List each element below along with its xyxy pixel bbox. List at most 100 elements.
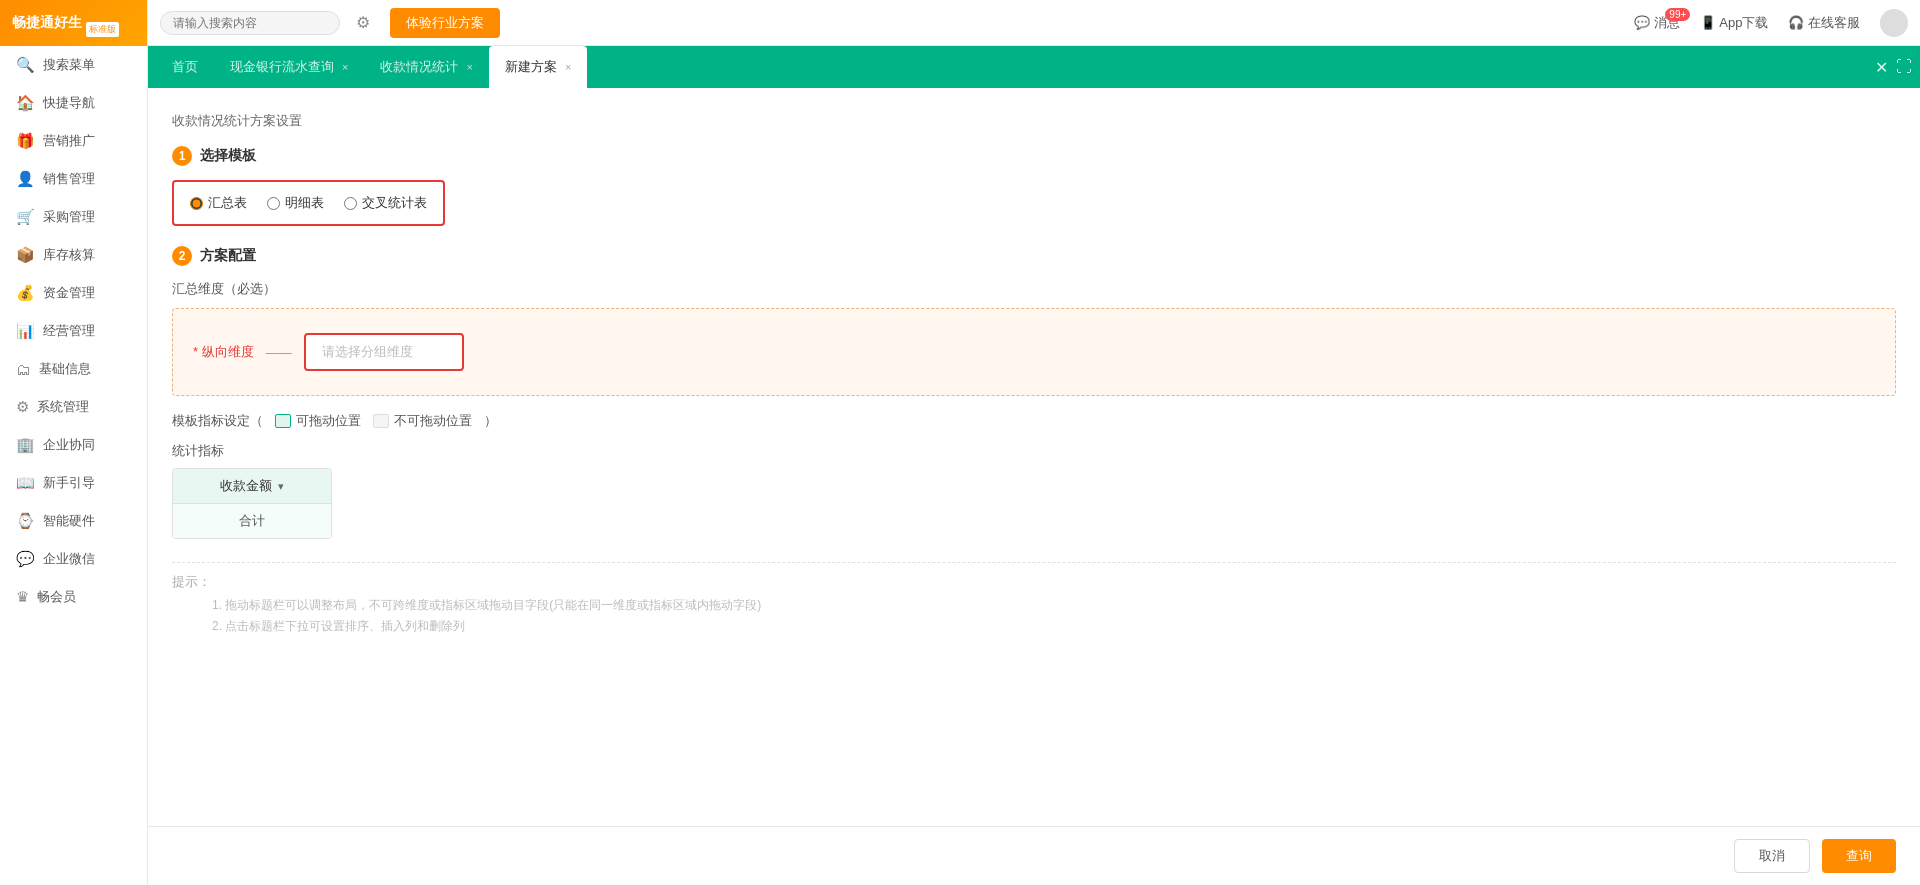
col-dropdown-arrow[interactable]: ▾ [278, 480, 284, 493]
member-icon: ♛ [16, 588, 29, 606]
tab-bank-flow[interactable]: 现金银行流水查询× [214, 46, 364, 88]
sidebar: 畅捷通好生 标准版 🔍 搜索菜单 🏠 快捷导航 🎁营销推广👤销售管理 🛒 采购管理 📦 库存核算… [0, 0, 148, 885]
content-inner: 收款情况统计方案设置 1 选择模板 汇总表明细表交叉统计表 2 方案配置 汇总维… [148, 88, 1920, 826]
search-menu-icon: 🔍 [16, 56, 35, 74]
business-icon: 📊 [16, 322, 35, 340]
maximize-window-icon[interactable]: ⛶ [1896, 58, 1912, 77]
weixin-icon: 💬 [16, 550, 35, 568]
sidebar-item-finance[interactable]: 💰资金管理 [0, 274, 147, 312]
guide-icon: 📖 [16, 474, 35, 492]
dimension-section-title: 汇总维度（必选） [172, 280, 1896, 298]
user-avatar[interactable] [1880, 9, 1908, 37]
tips-title: 提示： [172, 573, 1896, 591]
query-button[interactable]: 查询 [1822, 839, 1896, 873]
tab-new-plan[interactable]: 新建方案 × [489, 46, 587, 88]
indicator-header: 模板指标设定（ 可拖动位置 不可拖动位置 ） [172, 412, 1896, 430]
template-selection-box: 汇总表 明细表 交叉统计表 [172, 180, 445, 226]
sidebar-item-basic-info[interactable]: 🗂 基础信息 [0, 350, 147, 388]
tab-close-receipt-stats[interactable]: × [466, 61, 472, 73]
sidebar-item-label-member: 畅会员 [37, 588, 76, 606]
sidebar-item-enterprise[interactable]: 🏢企业协同 [0, 426, 147, 464]
legend-non-draggable-item: 不可拖动位置 [373, 412, 472, 430]
sidebar-item-label-search-menu: 搜索菜单 [43, 56, 95, 74]
inventory-icon: 📦 [16, 246, 35, 264]
radio-item-summary[interactable]: 汇总表 [190, 194, 247, 212]
tab-home[interactable]: 首页 [156, 46, 214, 88]
logo-badge: 标准版 [86, 22, 119, 37]
tab-close-new-plan[interactable]: × [565, 61, 571, 73]
step1-label: 选择模板 [200, 147, 256, 165]
app-download[interactable]: 📱 App下载 [1700, 14, 1768, 32]
tab-label-new-plan: 新建方案 [505, 58, 557, 76]
finance-icon: 💰 [16, 284, 35, 302]
sidebar-item-guide[interactable]: 📖新手引导 [0, 464, 147, 502]
vertical-dim-label: * 纵向维度 [193, 343, 254, 361]
step2-label: 方案配置 [200, 247, 256, 265]
search-input[interactable] [160, 11, 340, 35]
dimension-select[interactable]: 请选择分组维度 [304, 333, 464, 371]
radio-detail[interactable] [267, 197, 280, 210]
sidebar-item-label-business: 经营管理 [43, 322, 95, 340]
sidebar-item-business[interactable]: 📊 经营管理 [0, 312, 147, 350]
radio-cross[interactable] [344, 197, 357, 210]
indicator-header-text: 模板指标设定（ [172, 412, 263, 430]
nav-tabs: 首页现金银行流水查询×收款情况统计× 新建方案 × ✕ ⛶ [148, 46, 1920, 88]
radio-label-cross: 交叉统计表 [362, 194, 427, 212]
sidebar-item-member[interactable]: ♛ 畅会员 [0, 578, 147, 616]
sidebar-item-label-enterprise: 企业协同 [43, 436, 95, 454]
sidebar-item-label-inventory: 库存核算 [43, 246, 95, 264]
cancel-button[interactable]: 取消 [1734, 839, 1810, 873]
message-icon: 💬 [1634, 15, 1650, 30]
sidebar-item-search-menu[interactable]: 🔍 搜索菜单 [0, 46, 147, 84]
sidebar-item-system[interactable]: ⚙ 系统管理 [0, 388, 147, 426]
stats-row-label: 合计 [173, 504, 331, 538]
radio-item-detail[interactable]: 明细表 [267, 194, 324, 212]
sidebar-item-marketing[interactable]: 🎁营销推广 [0, 122, 147, 160]
radio-label-detail: 明细表 [285, 194, 324, 212]
sidebar-logo: 畅捷通好生 标准版 [0, 0, 147, 46]
legend-draggable-box [275, 414, 291, 428]
sidebar-item-quick-nav[interactable]: 🏠 快捷导航 [0, 84, 147, 122]
sidebar-item-label-quick-nav: 快捷导航 [43, 94, 95, 112]
download-icon: 📱 [1700, 15, 1716, 30]
purchase-icon: 🛒 [16, 208, 35, 226]
online-service[interactable]: 🎧 在线客服 [1788, 14, 1860, 32]
system-icon: ⚙ [16, 398, 29, 416]
download-label: App下载 [1719, 15, 1768, 30]
service-label: 在线客服 [1808, 15, 1860, 30]
settings-icon[interactable]: ⚙ [356, 13, 370, 32]
tab-close-bank-flow[interactable]: × [342, 61, 348, 73]
step1-num: 1 [172, 146, 192, 166]
sales-icon: 👤 [16, 170, 35, 188]
sidebar-item-label-basic-info: 基础信息 [39, 360, 91, 378]
sidebar-item-label-system: 系统管理 [37, 398, 89, 416]
sidebar-item-label-purchase: 采购管理 [43, 208, 95, 226]
step1-header: 1 选择模板 [172, 146, 1896, 166]
radio-item-cross[interactable]: 交叉统计表 [344, 194, 427, 212]
topbar: ⚙ 体验行业方案 💬 消息 99+ 📱 App下载 🎧 在线客服 [148, 0, 1920, 46]
topbar-right: 💬 消息 99+ 📱 App下载 🎧 在线客服 [1634, 9, 1908, 37]
sidebar-item-sales[interactable]: 👤销售管理 [0, 160, 147, 198]
marketing-icon: 🎁 [16, 132, 35, 150]
tip-item-0: 1. 拖动标题栏可以调整布局，不可跨维度或指标区域拖动目字段(只能在同一维度或指… [172, 597, 1896, 614]
radio-summary[interactable] [190, 197, 203, 210]
message-badge[interactable]: 💬 消息 99+ [1634, 14, 1680, 32]
sidebar-item-weixin[interactable]: 💬企业微信 [0, 540, 147, 578]
close-window-icon[interactable]: ✕ [1875, 58, 1888, 77]
tab-receipt-stats[interactable]: 收款情况统计× [364, 46, 488, 88]
trial-button[interactable]: 体验行业方案 [390, 8, 500, 38]
quick-nav-icon: 🏠 [16, 94, 35, 112]
logo-text: 畅捷通好生 [12, 14, 82, 32]
main-area: ⚙ 体验行业方案 💬 消息 99+ 📱 App下载 🎧 在线客服 首页现金银行流… [148, 0, 1920, 885]
legend-non-draggable-label: 不可拖动位置 [394, 412, 472, 430]
stats-col-label: 收款金额 [220, 477, 272, 495]
tab-label-home: 首页 [172, 58, 198, 76]
indicator-settings: 模板指标设定（ 可拖动位置 不可拖动位置 ） 统计指标 [172, 412, 1896, 542]
content-area: 收款情况统计方案设置 1 选择模板 汇总表明细表交叉统计表 2 方案配置 汇总维… [148, 88, 1920, 826]
sidebar-item-purchase[interactable]: 🛒 采购管理 [0, 198, 147, 236]
sidebar-item-hardware[interactable]: ⌚智能硬件 [0, 502, 147, 540]
stats-col-header[interactable]: 收款金额 ▾ [173, 469, 331, 503]
basic-info-icon: 🗂 [16, 361, 31, 378]
stats-section-label: 统计指标 [172, 442, 1896, 460]
sidebar-item-inventory[interactable]: 📦 库存核算 [0, 236, 147, 274]
